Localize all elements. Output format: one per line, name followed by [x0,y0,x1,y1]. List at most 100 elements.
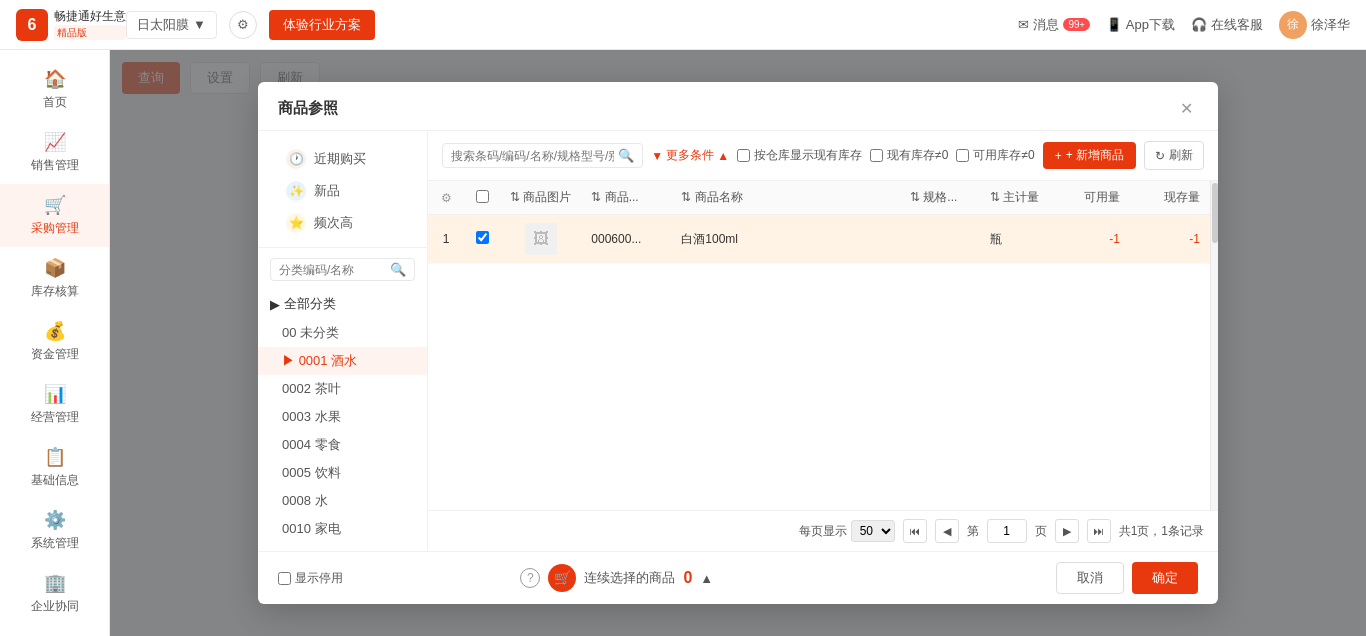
sidebar: 🏠 首页 📈 销售管理 🛒 采购管理 📦 库存核算 💰 资金管理 📊 经营管理 … [0,50,110,636]
enterprise-icon: 🏢 [44,572,66,594]
user-profile[interactable]: 徐 徐泽华 [1279,11,1350,39]
sort-code-icon: ⇅ [591,190,601,204]
sidebar-item-sales[interactable]: 📈 销售管理 [0,121,109,184]
scrollbar-thumb [1212,183,1218,243]
more-conditions-button[interactable]: ▼ 更多条件 ▲ [651,147,729,164]
row-checkbox[interactable] [476,231,489,244]
message-count-badge: 99+ [1063,18,1089,31]
sidebar-item-basic[interactable]: 📋 基础信息 [0,436,109,499]
chevron-up-icon: ▲ [717,149,729,163]
category-all[interactable]: ▶ 全部分类 [258,289,427,319]
category-search-box: 🔍 [270,258,415,281]
freq-icon: ⭐ [286,213,306,233]
refresh-button[interactable]: ↻ 刷新 [1144,141,1204,170]
row-num: 1 [428,215,464,264]
sidebar-item-operation[interactable]: 📊 经营管理 [0,373,109,436]
message-button[interactable]: ✉ 消息 99+ [1018,16,1089,34]
sidebar-item-purchase[interactable]: 🛒 采购管理 [0,184,109,247]
warehouse-selector[interactable]: 日太阳膜 ▼ [126,11,217,39]
category-0004[interactable]: 0004 零食 [258,431,427,459]
sidebar-item-enterprise[interactable]: 🏢 企业协同 [0,562,109,625]
online-service-button[interactable]: 🎧 在线客服 [1191,16,1263,34]
modal-overlay: 商品参照 ✕ ◀ 🕐 [110,50,1366,636]
nav-right: ✉ 消息 99+ 📱 App下载 🎧 在线客服 徐 徐泽华 [1018,11,1350,39]
product-search-box: 🔍 [442,143,643,168]
sidebar-item-inventory[interactable]: 📦 库存核算 [0,247,109,310]
col-spec-header[interactable]: ⇅ 规格... [900,181,980,215]
last-page-button[interactable]: ⏭ [1087,519,1111,543]
sidebar-item-guide[interactable]: 🎯 新手引导 [0,625,109,636]
checkbox-stock-nonzero-input[interactable] [870,149,883,162]
logo-area: 6 畅捷通好生意 精品版 [16,9,126,41]
cancel-button[interactable]: 取消 [1056,562,1124,594]
quick-item-recent[interactable]: 🕐 近期购买 [270,143,415,175]
col-num-header: ⚙ [428,181,464,215]
modal-main-content: 🔍 ▼ 更多条件 ▲ 按仓库显示现有库存 [428,131,1218,551]
experience-button[interactable]: 体验行业方案 [269,10,375,40]
show-disabled-checkbox[interactable] [278,572,291,585]
avatar: 徐 [1279,11,1307,39]
logo-icon: 6 [16,9,48,41]
category-0001[interactable]: ▶ 0001 酒水 [258,347,427,375]
next-page-button[interactable]: ▶ [1055,519,1079,543]
page-number-input[interactable] [987,519,1027,543]
quick-item-new[interactable]: ✨ 新品 [270,175,415,207]
app-download-button[interactable]: 📱 App下载 [1106,16,1175,34]
mobile-icon: 📱 [1106,17,1122,32]
checkbox-by-warehouse-input[interactable] [737,149,750,162]
modal-close-button[interactable]: ✕ [1174,96,1198,120]
inventory-icon: 📦 [44,257,66,279]
checkbox-stock-nonzero[interactable]: 现有库存≠0 [870,147,948,164]
checkbox-avail-nonzero-input[interactable] [956,149,969,162]
page-total-info: 共1页，1条记录 [1119,523,1204,540]
table-row[interactable]: 1 🖼 [428,215,1210,264]
col-code-header[interactable]: ⇅ 商品... [581,181,671,215]
checkbox-by-warehouse[interactable]: 按仓库显示现有库存 [737,147,862,164]
row-spec [900,215,980,264]
product-table-scroll[interactable]: ⚙ ⇅ 商品图片 [428,181,1210,510]
first-page-button[interactable]: ⏮ [903,519,927,543]
product-image: 🖼 [525,223,557,255]
col-avail-header: 可用量 [1050,181,1130,215]
sidebar-item-system[interactable]: ⚙️ 系统管理 [0,499,109,562]
select-all-checkbox[interactable] [476,190,489,203]
category-0002[interactable]: 0002 茶叶 [258,375,427,403]
category-search-icon[interactable]: 🔍 [390,262,406,277]
page-size-selector: 每页显示 50 [799,520,895,542]
category-00[interactable]: 00 未分类 [258,319,427,347]
quick-item-freq[interactable]: ⭐ 频次高 [270,207,415,239]
category-0010[interactable]: 0010 家电 [258,515,427,543]
add-product-button[interactable]: + + 新增商品 [1043,142,1136,169]
collapse-icon[interactable]: ▲ [700,571,713,586]
show-disabled-checkbox-label[interactable]: 显示停用 [278,570,343,587]
checkbox-avail-nonzero[interactable]: 可用库存≠0 [956,147,1034,164]
category-0003[interactable]: 0003 水果 [258,403,427,431]
recent-icon: 🕐 [286,149,306,169]
sidebar-item-home[interactable]: 🏠 首页 [0,58,109,121]
settings-icon[interactable]: ⚙ [229,11,257,39]
category-0005[interactable]: 0005 饮料 [258,459,427,487]
page-label: 第 [967,523,979,540]
content-area: 查询 设置 刷新 商品参照 ✕ ◀ [110,50,1366,636]
product-table: ⚙ ⇅ 商品图片 [428,181,1210,264]
col-unit-header[interactable]: ⇅ 主计量 [980,181,1050,215]
sidebar-item-finance[interactable]: 💰 资金管理 [0,310,109,373]
product-search-icon[interactable]: 🔍 [618,148,634,163]
cart-section[interactable]: ? 🛒 连续选择的商品 0 ▲ [520,564,713,592]
purchase-icon: 🛒 [44,194,66,216]
home-icon: 🏠 [44,68,66,90]
confirm-button[interactable]: 确定 [1132,562,1198,594]
category-0008[interactable]: 0008 水 [258,487,427,515]
modal-body: ◀ 🕐 近期购买 ✨ 新品 [258,131,1218,551]
row-stock: -1 [1130,215,1210,264]
product-search-input[interactable] [451,149,614,163]
basic-icon: 📋 [44,446,66,468]
refresh-icon: ↻ [1155,149,1165,163]
operation-icon: 📊 [44,383,66,405]
sort-spec-icon: ⇅ [910,190,920,204]
vertical-scrollbar[interactable] [1210,181,1218,510]
prev-page-button[interactable]: ◀ [935,519,959,543]
category-search-input[interactable] [279,263,386,277]
page-size-select[interactable]: 50 [851,520,895,542]
col-name-header[interactable]: ⇅ 商品名称 [671,181,900,215]
